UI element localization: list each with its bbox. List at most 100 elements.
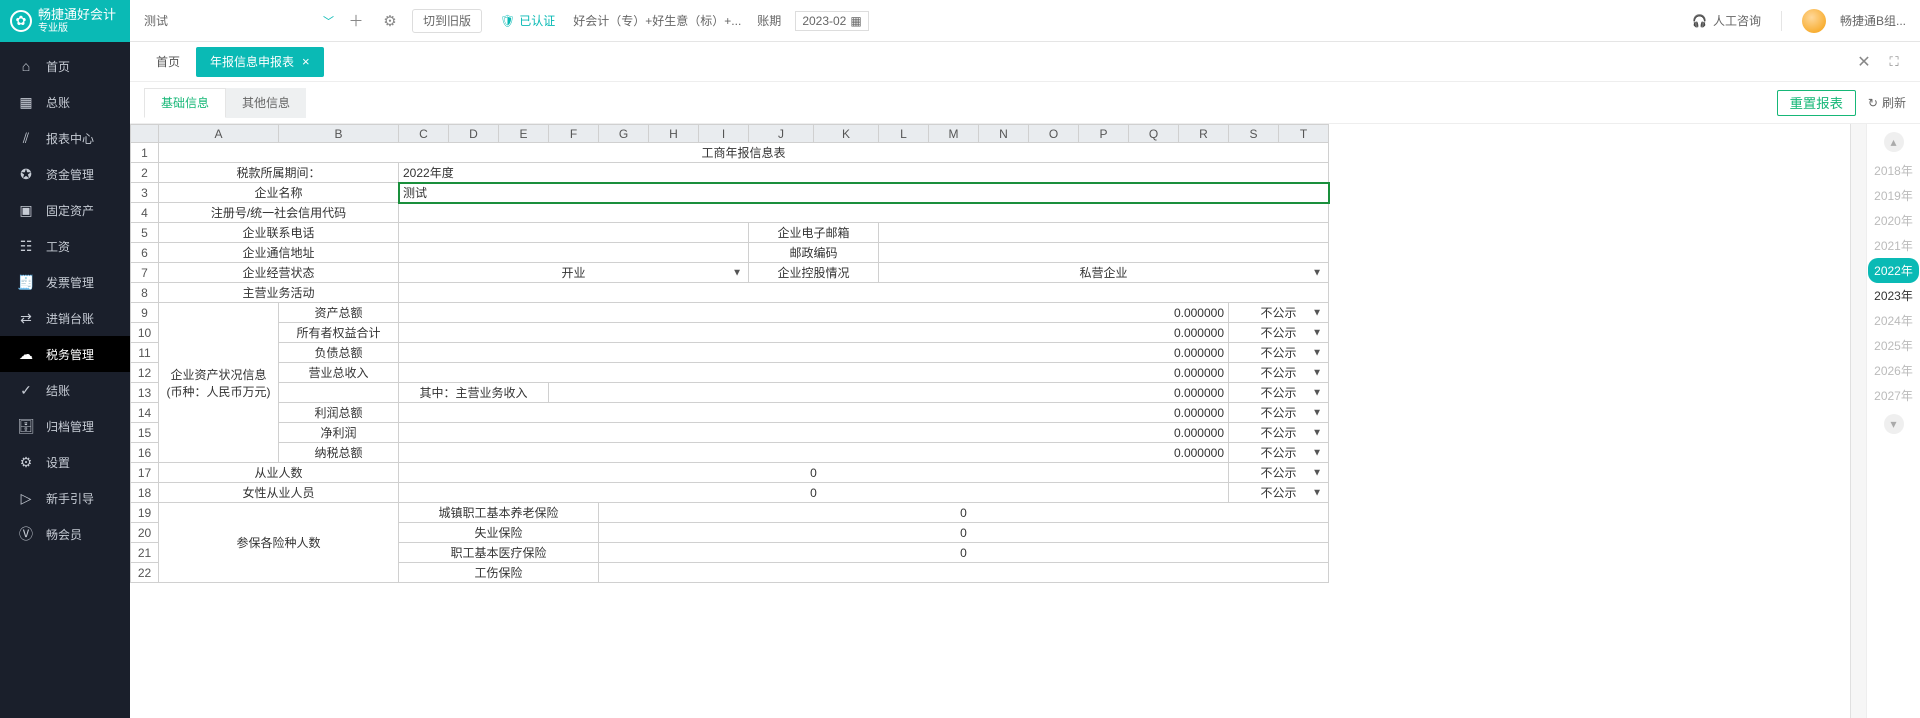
row-number[interactable]: 9 [131, 303, 159, 323]
value-cell[interactable]: 0.000000 [399, 363, 1229, 383]
close-all-icon[interactable]: ✕ [1850, 48, 1878, 76]
cell[interactable] [399, 203, 1329, 223]
col-header[interactable]: O [1029, 125, 1079, 143]
col-header[interactable]: H [649, 125, 699, 143]
nav-进销台账[interactable]: ⇄进销台账 [0, 300, 130, 336]
col-header[interactable]: A [159, 125, 279, 143]
agent-button[interactable]: 🎧 人工咨询 [1692, 12, 1761, 29]
row-number[interactable]: 1 [131, 143, 159, 163]
nav-设置[interactable]: ⚙设置 [0, 444, 130, 480]
col-header[interactable]: P [1079, 125, 1129, 143]
select-cell[interactable]: 不公示▼ [1229, 323, 1329, 343]
cell[interactable] [399, 223, 749, 243]
value-cell[interactable]: 0 [399, 463, 1229, 483]
row-number[interactable]: 6 [131, 243, 159, 263]
col-header[interactable]: B [279, 125, 399, 143]
row-number[interactable]: 22 [131, 563, 159, 583]
username[interactable]: 畅捷通B组... [1840, 12, 1906, 29]
nav-结账[interactable]: ✓结账 [0, 372, 130, 408]
row-number[interactable]: 5 [131, 223, 159, 243]
subtab-basic[interactable]: 基础信息 [144, 88, 226, 118]
col-header[interactable]: I [699, 125, 749, 143]
refresh-button[interactable]: ↻ 刷新 [1868, 94, 1906, 111]
fullscreen-icon[interactable]: ⛶ [1880, 48, 1908, 76]
year-2021年[interactable]: 2021年 [1868, 233, 1919, 258]
tab-home[interactable]: 首页 [142, 47, 194, 77]
row-number[interactable]: 8 [131, 283, 159, 303]
cell[interactable] [399, 243, 749, 263]
row-number[interactable]: 16 [131, 443, 159, 463]
year-2024年[interactable]: 2024年 [1868, 308, 1919, 333]
nav-资金管理[interactable]: ✪资金管理 [0, 156, 130, 192]
cell[interactable] [879, 223, 1329, 243]
col-header[interactable]: G [599, 125, 649, 143]
value-cell[interactable]: 0.000000 [399, 323, 1229, 343]
switch-old-button[interactable]: 切到旧版 [412, 9, 482, 33]
vertical-scrollbar[interactable] [1850, 124, 1866, 718]
row-number[interactable]: 3 [131, 183, 159, 203]
year-down-icon[interactable]: ▾ [1884, 414, 1904, 434]
cell[interactable] [399, 283, 1329, 303]
gear-icon[interactable]: ⚙ [378, 9, 402, 33]
cell[interactable] [879, 243, 1329, 263]
row-number[interactable]: 17 [131, 463, 159, 483]
value-cell[interactable]: 0.000000 [549, 383, 1229, 403]
value-cell[interactable]: 0 [599, 503, 1329, 523]
col-header[interactable]: R [1179, 125, 1229, 143]
value-cell[interactable] [599, 563, 1329, 583]
close-icon[interactable]: × [302, 54, 310, 69]
value-cell[interactable]: 0.000000 [399, 343, 1229, 363]
col-header[interactable]: D [449, 125, 499, 143]
year-2027年[interactable]: 2027年 [1868, 383, 1919, 408]
nav-首页[interactable]: ⌂首页 [0, 48, 130, 84]
select-cell[interactable]: 开业▼ [399, 263, 749, 283]
company-select[interactable]: 测试 ﹀ [144, 8, 334, 34]
row-number[interactable]: 2 [131, 163, 159, 183]
year-up-icon[interactable]: ▴ [1884, 132, 1904, 152]
value-cell[interactable]: 0.000000 [399, 443, 1229, 463]
col-header[interactable]: Q [1129, 125, 1179, 143]
row-number[interactable]: 10 [131, 323, 159, 343]
company-cell[interactable]: 测试 [399, 183, 1329, 203]
select-cell[interactable]: 不公示▼ [1229, 463, 1329, 483]
select-cell[interactable]: 不公示▼ [1229, 383, 1329, 403]
select-cell[interactable]: 不公示▼ [1229, 403, 1329, 423]
nav-税务管理[interactable]: ☁税务管理 [0, 336, 130, 372]
nav-发票管理[interactable]: 🧾发票管理 [0, 264, 130, 300]
col-header[interactable]: K [814, 125, 879, 143]
select-cell[interactable]: 不公示▼ [1229, 423, 1329, 443]
col-header[interactable]: L [879, 125, 929, 143]
value-cell[interactable]: 0 [399, 483, 1229, 503]
col-header[interactable]: M [929, 125, 979, 143]
year-2026年[interactable]: 2026年 [1868, 358, 1919, 383]
row-number[interactable]: 15 [131, 423, 159, 443]
col-header[interactable]: J [749, 125, 814, 143]
col-header[interactable]: F [549, 125, 599, 143]
tab-annual-report[interactable]: 年报信息申报表 × [196, 47, 324, 77]
nav-新手引导[interactable]: ▷新手引导 [0, 480, 130, 516]
row-number[interactable]: 18 [131, 483, 159, 503]
row-number[interactable]: 19 [131, 503, 159, 523]
col-header[interactable]: T [1279, 125, 1329, 143]
row-number[interactable]: 12 [131, 363, 159, 383]
year-2023年[interactable]: 2023年 [1868, 283, 1919, 308]
select-cell[interactable]: 私营企业▼ [879, 263, 1329, 283]
year-2020年[interactable]: 2020年 [1868, 208, 1919, 233]
row-number[interactable]: 21 [131, 543, 159, 563]
subtab-other[interactable]: 其他信息 [226, 88, 306, 118]
add-icon[interactable]: ＋ [344, 9, 368, 33]
year-2019年[interactable]: 2019年 [1868, 183, 1919, 208]
nav-畅会员[interactable]: Ⓥ畅会员 [0, 516, 130, 552]
reset-button[interactable]: 重置报表 [1777, 90, 1856, 116]
value-cell[interactable]: 0.000000 [399, 423, 1229, 443]
nav-报表中心[interactable]: ⫽报表中心 [0, 120, 130, 156]
row-number[interactable]: 20 [131, 523, 159, 543]
row-number[interactable]: 14 [131, 403, 159, 423]
avatar[interactable] [1802, 9, 1826, 33]
select-cell[interactable]: 不公示▼ [1229, 363, 1329, 383]
col-header[interactable]: N [979, 125, 1029, 143]
select-cell[interactable]: 不公示▼ [1229, 303, 1329, 323]
year-2025年[interactable]: 2025年 [1868, 333, 1919, 358]
nav-工资[interactable]: ☷工资 [0, 228, 130, 264]
col-header[interactable] [131, 125, 159, 143]
